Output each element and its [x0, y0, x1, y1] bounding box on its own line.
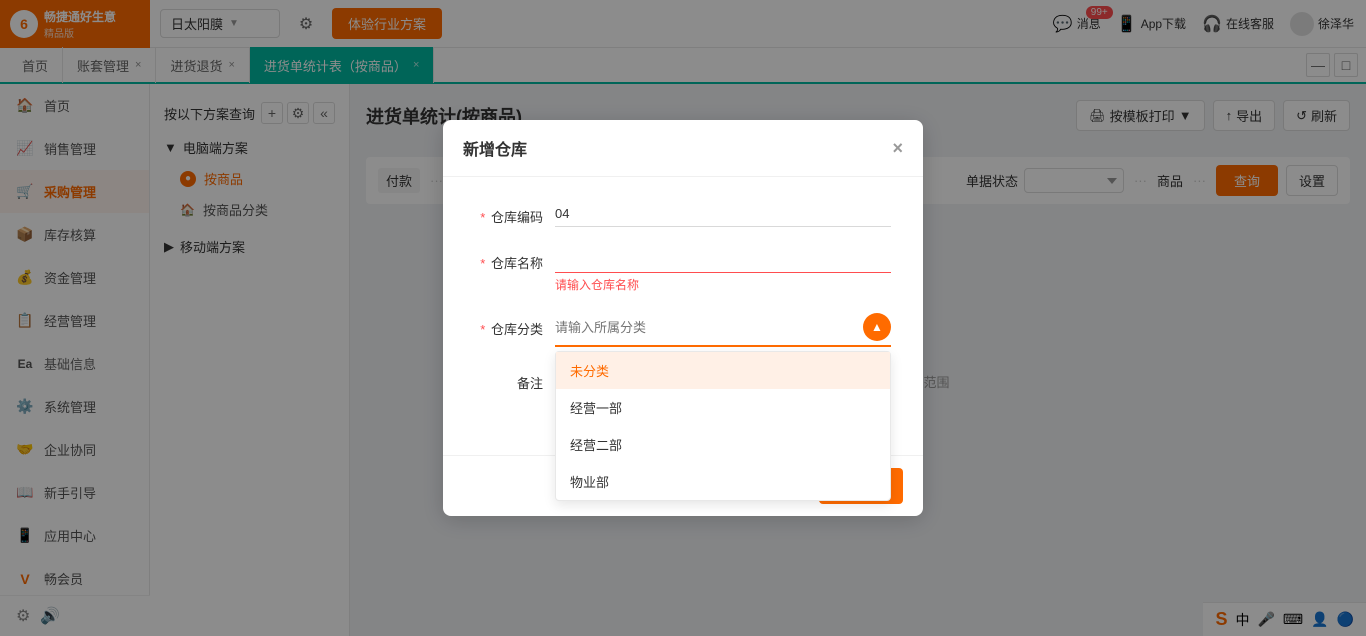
- category-dropdown: 未分类 经营一部 经营二部 物业部: [555, 351, 891, 501]
- code-wrap: [555, 201, 891, 227]
- form-row-code: * 仓库编码: [475, 201, 891, 227]
- modal-body: * 仓库编码 * 仓库名称 请输入仓库名称 * 仓库分类: [443, 177, 923, 455]
- category-input-row: ▲: [555, 313, 891, 347]
- category-toggle-btn[interactable]: ▲: [863, 313, 891, 341]
- add-warehouse-modal: 新增仓库 × * 仓库编码 * 仓库名称 请输入仓库名称: [443, 120, 923, 516]
- name-wrap: 请输入仓库名称: [555, 247, 891, 293]
- name-label: * 仓库名称: [475, 247, 555, 272]
- name-input[interactable]: [555, 247, 891, 273]
- name-error-msg: 请输入仓库名称: [555, 276, 891, 293]
- category-label: * 仓库分类: [475, 313, 555, 338]
- form-row-category: * 仓库分类 ▲ 未分类 经营一部 经营二部 物业部: [475, 313, 891, 347]
- dropdown-item-3[interactable]: 物业部: [556, 463, 890, 500]
- dropdown-item-1[interactable]: 经营一部: [556, 389, 890, 426]
- category-input[interactable]: [555, 320, 863, 335]
- code-input[interactable]: [555, 201, 891, 227]
- dropdown-item-0[interactable]: 未分类: [556, 352, 890, 389]
- dropdown-item-2[interactable]: 经营二部: [556, 426, 890, 463]
- code-label: * 仓库编码: [475, 201, 555, 226]
- modal-close-btn[interactable]: ×: [892, 139, 903, 157]
- modal-header: 新增仓库 ×: [443, 120, 923, 177]
- form-row-name: * 仓库名称 请输入仓库名称: [475, 247, 891, 293]
- note-label: 备注: [475, 367, 555, 392]
- category-wrap: ▲ 未分类 经营一部 经营二部 物业部: [555, 313, 891, 347]
- modal-title: 新增仓库: [463, 136, 527, 160]
